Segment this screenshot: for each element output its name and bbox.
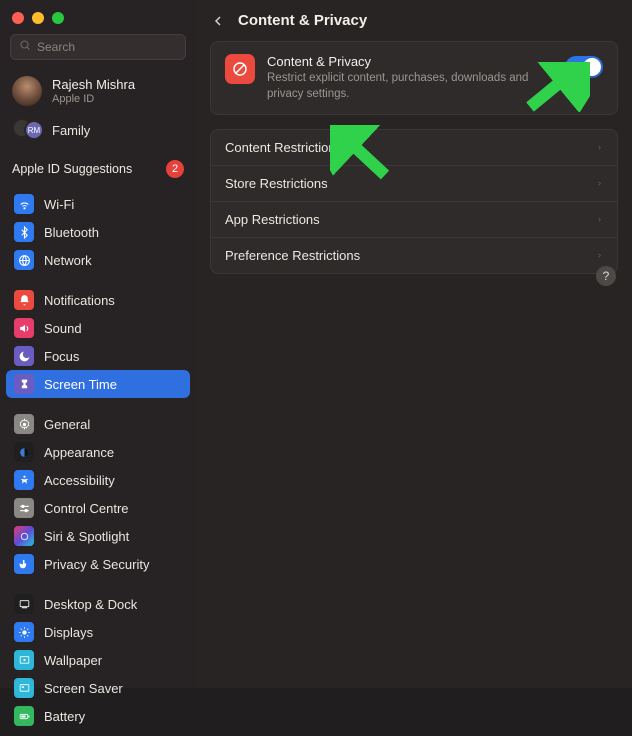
- sidebar-item-label: Siri & Spotlight: [44, 529, 129, 544]
- content-privacy-panel: Content & Privacy Restrict explicit cont…: [210, 41, 618, 115]
- avatar: [12, 76, 42, 106]
- moon-icon: [14, 346, 34, 366]
- accessibility-icon: [14, 470, 34, 490]
- suggestions-badge: 2: [166, 160, 184, 178]
- hourglass-icon: [14, 374, 34, 394]
- main-content: Content & Privacy Content & Privacy Rest…: [196, 0, 632, 688]
- title-bar: Content & Privacy: [210, 12, 618, 41]
- sidebar-item-accessibility[interactable]: Accessibility: [6, 466, 190, 494]
- suggestions-row[interactable]: Apple ID Suggestions 2: [0, 152, 196, 184]
- page-title: Content & Privacy: [238, 12, 367, 29]
- sidebar-item-privacy[interactable]: Privacy & Security: [6, 550, 190, 578]
- row-label: App Restrictions: [225, 212, 320, 227]
- sidebar-item-displays[interactable]: Displays: [6, 618, 190, 646]
- sidebar-item-label: Screen Time: [44, 377, 117, 392]
- sidebar-item-desktop[interactable]: Desktop & Dock: [6, 590, 190, 618]
- battery-icon: [14, 706, 34, 726]
- panel-title: Content & Privacy: [267, 54, 553, 69]
- chevron-right-icon: [596, 142, 603, 153]
- sidebar-item-screentime[interactable]: Screen Time: [6, 370, 190, 398]
- sidebar-item-label: Appearance: [44, 445, 114, 460]
- account-name: Rajesh Mishra: [52, 77, 135, 93]
- sidebar-item-label: Desktop & Dock: [44, 597, 137, 612]
- sidebar-item-notifications[interactable]: Notifications: [6, 286, 190, 314]
- panel-description: Restrict explicit content, purchases, do…: [267, 71, 553, 102]
- sidebar-item-appearance[interactable]: Appearance: [6, 438, 190, 466]
- sidebar-item-label: Network: [44, 253, 92, 268]
- no-entry-icon: [225, 54, 255, 84]
- sidebar-item-label: Sound: [44, 321, 82, 336]
- apple-id-row[interactable]: Rajesh Mishra Apple ID: [0, 70, 196, 112]
- family-label: Family: [52, 123, 90, 138]
- sidebar-item-label: Wi-Fi: [44, 197, 74, 212]
- family-row[interactable]: RM Family: [0, 112, 196, 152]
- chevron-right-icon: [596, 214, 603, 225]
- sidebar: Rajesh Mishra Apple ID RM Family Apple I…: [0, 0, 196, 688]
- globe-icon: [14, 250, 34, 270]
- bell-icon: [14, 290, 34, 310]
- row-label: Store Restrictions: [225, 176, 328, 191]
- help-button[interactable]: ?: [596, 266, 616, 286]
- zoom-window-button[interactable]: [52, 12, 64, 24]
- sidebar-item-focus[interactable]: Focus: [6, 342, 190, 370]
- sidebar-item-label: Bluetooth: [44, 225, 99, 240]
- speaker-icon: [14, 318, 34, 338]
- suggestions-label: Apple ID Suggestions: [12, 162, 132, 176]
- restrictions-list: Content Restrictions Store Restrictions …: [210, 129, 618, 274]
- sidebar-item-wifi[interactable]: Wi-Fi: [6, 190, 190, 218]
- sliders-icon: [14, 498, 34, 518]
- sidebar-item-network[interactable]: Network: [6, 246, 190, 274]
- row-label: Content Restrictions: [225, 140, 342, 155]
- sidebar-item-battery[interactable]: Battery: [6, 702, 190, 730]
- sidebar-item-sound[interactable]: Sound: [6, 314, 190, 342]
- nav-group-network: Wi-Fi Bluetooth Network: [0, 184, 196, 280]
- search-field[interactable]: [10, 34, 186, 60]
- sidebar-item-label: Accessibility: [44, 473, 115, 488]
- sidebar-item-label: Screen Saver: [44, 681, 123, 696]
- search-icon: [19, 38, 31, 56]
- back-button[interactable]: [210, 13, 226, 29]
- sidebar-item-label: Control Centre: [44, 501, 129, 516]
- row-label: Preference Restrictions: [225, 248, 360, 263]
- wallpaper-icon: [14, 650, 34, 670]
- sidebar-item-label: Battery: [44, 709, 85, 724]
- chevron-right-icon: [596, 250, 603, 261]
- sidebar-item-general[interactable]: General: [6, 410, 190, 438]
- row-store-restrictions[interactable]: Store Restrictions: [211, 166, 617, 202]
- sidebar-item-controlcentre[interactable]: Control Centre: [6, 494, 190, 522]
- siri-icon: [14, 526, 34, 546]
- sidebar-item-label: Displays: [44, 625, 93, 640]
- sidebar-item-screensaver[interactable]: Screen Saver: [6, 674, 190, 702]
- sidebar-item-siri[interactable]: Siri & Spotlight: [6, 522, 190, 550]
- row-preference-restrictions[interactable]: Preference Restrictions: [211, 238, 617, 273]
- content-privacy-toggle[interactable]: [565, 56, 603, 78]
- minimize-window-button[interactable]: [32, 12, 44, 24]
- hand-icon: [14, 554, 34, 574]
- sidebar-item-label: Focus: [44, 349, 79, 364]
- account-subtitle: Apple ID: [52, 93, 135, 105]
- sidebar-item-bluetooth[interactable]: Bluetooth: [6, 218, 190, 246]
- search-input[interactable]: [37, 40, 177, 54]
- close-window-button[interactable]: [12, 12, 24, 24]
- nav-group-focus: Notifications Sound Focus Screen Time: [0, 280, 196, 404]
- window-controls: [0, 8, 196, 34]
- sun-icon: [14, 622, 34, 642]
- sidebar-item-label: General: [44, 417, 90, 432]
- row-app-restrictions[interactable]: App Restrictions: [211, 202, 617, 238]
- screensaver-icon: [14, 678, 34, 698]
- chevron-right-icon: [596, 178, 603, 189]
- nav-group-display: Desktop & Dock Displays Wallpaper Screen…: [0, 584, 196, 736]
- gear-icon: [14, 414, 34, 434]
- nav-group-general: General Appearance Accessibility Control…: [0, 404, 196, 584]
- sidebar-item-label: Wallpaper: [44, 653, 102, 668]
- appearance-icon: [14, 442, 34, 462]
- dock-icon: [14, 594, 34, 614]
- row-content-restrictions[interactable]: Content Restrictions: [211, 130, 617, 166]
- bluetooth-icon: [14, 222, 34, 242]
- wifi-icon: [14, 194, 34, 214]
- sidebar-item-label: Notifications: [44, 293, 115, 308]
- family-avatars: RM: [12, 118, 42, 142]
- sidebar-item-wallpaper[interactable]: Wallpaper: [6, 646, 190, 674]
- sidebar-item-label: Privacy & Security: [44, 557, 149, 572]
